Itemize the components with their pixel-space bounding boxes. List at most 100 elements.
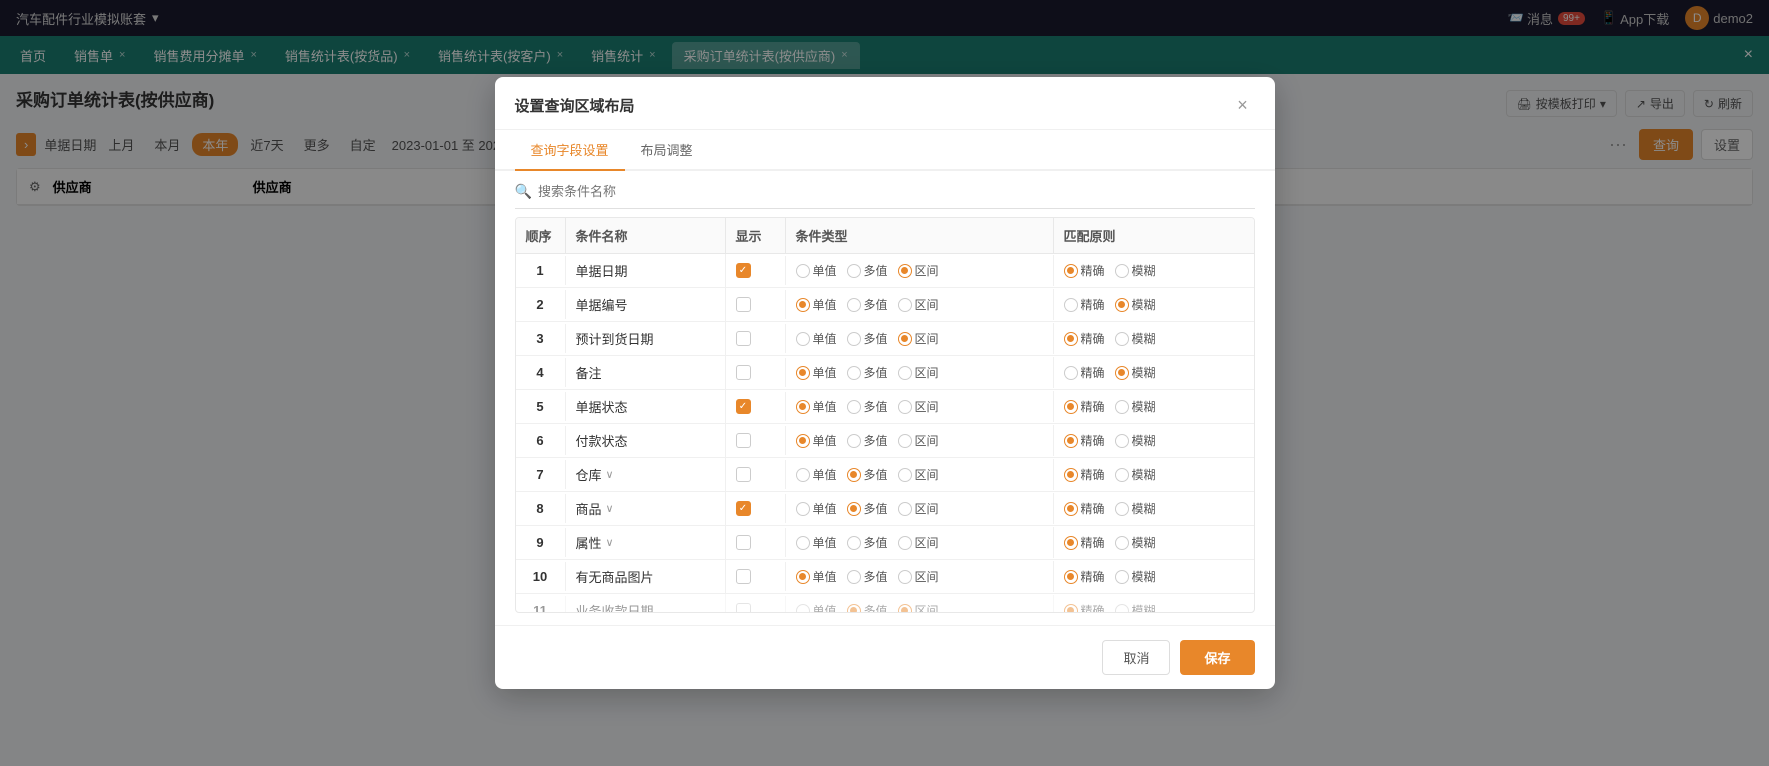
type-multi-2[interactable]: 多值 xyxy=(847,296,888,313)
search-input[interactable] xyxy=(538,184,718,199)
match-fuzzy-7[interactable]: 模糊 xyxy=(1115,466,1156,483)
row-order-7: 7 xyxy=(516,460,566,489)
radio-single-icon-2 xyxy=(796,298,810,312)
type-single-7[interactable]: 单值 xyxy=(796,466,837,483)
type-multi-6[interactable]: 多值 xyxy=(847,432,888,449)
radio-multi-icon-3 xyxy=(847,332,861,346)
type-range-9[interactable]: 区间 xyxy=(898,534,939,551)
row-display-5[interactable] xyxy=(726,392,786,421)
match-fuzzy-2[interactable]: 模糊 xyxy=(1115,296,1156,313)
radio-fuzzy-icon-7 xyxy=(1115,468,1129,482)
match-fuzzy-5[interactable]: 模糊 xyxy=(1115,398,1156,415)
match-exact-2[interactable]: 精确 xyxy=(1064,296,1105,313)
checkbox-display-4[interactable] xyxy=(736,365,751,380)
checkbox-display-5[interactable] xyxy=(736,399,751,414)
row-match-7: 精确 模糊 xyxy=(1054,459,1254,490)
row-match-4: 精确 模糊 xyxy=(1054,357,1254,388)
match-exact-3[interactable]: 精确 xyxy=(1064,330,1105,347)
type-single-6[interactable]: 单值 xyxy=(796,432,837,449)
type-single-2[interactable]: 单值 xyxy=(796,296,837,313)
row-display-11[interactable] xyxy=(726,596,786,612)
row-display-2[interactable] xyxy=(726,290,786,319)
checkbox-display-9[interactable] xyxy=(736,535,751,550)
row-display-6[interactable] xyxy=(726,426,786,455)
type-multi-3[interactable]: 多值 xyxy=(847,330,888,347)
row-display-4[interactable] xyxy=(726,358,786,387)
type-single-9[interactable]: 单值 xyxy=(796,534,837,551)
radio-fuzzy-icon-11 xyxy=(1115,604,1129,613)
checkbox-display-7[interactable] xyxy=(736,467,751,482)
cancel-button[interactable]: 取消 xyxy=(1102,640,1170,675)
type-multi-7[interactable]: 多值 xyxy=(847,466,888,483)
type-multi-9[interactable]: 多值 xyxy=(847,534,888,551)
type-range-6[interactable]: 区间 xyxy=(898,432,939,449)
match-exact-10[interactable]: 精确 xyxy=(1064,568,1105,585)
dialog-close-btn[interactable]: × xyxy=(1231,93,1255,117)
row-display-3[interactable] xyxy=(726,324,786,353)
match-fuzzy-3[interactable]: 模糊 xyxy=(1115,330,1156,347)
radio-exact-icon-11 xyxy=(1064,604,1078,613)
match-fuzzy-1[interactable]: 模糊 xyxy=(1115,262,1156,279)
row-order-8: 8 xyxy=(516,494,566,523)
type-range-3[interactable]: 区间 xyxy=(898,330,939,347)
match-fuzzy-10[interactable]: 模糊 xyxy=(1115,568,1156,585)
save-button[interactable]: 保存 xyxy=(1180,640,1254,675)
match-exact-5[interactable]: 精确 xyxy=(1064,398,1105,415)
dropdown-arrow-9: ∨ xyxy=(606,536,614,549)
type-single-10[interactable]: 单值 xyxy=(796,568,837,585)
type-single-8[interactable]: 单值 xyxy=(796,500,837,517)
row-display-1[interactable] xyxy=(726,256,786,285)
tab-layout-adjust[interactable]: 布局调整 xyxy=(625,130,709,171)
checkbox-display-3[interactable] xyxy=(736,331,751,346)
type-range-10[interactable]: 区间 xyxy=(898,568,939,585)
table-row: 11 业务收款日期 单值 多值 xyxy=(516,594,1254,612)
type-range-2[interactable]: 区间 xyxy=(898,296,939,313)
checkbox-display-10[interactable] xyxy=(736,569,751,584)
checkbox-display-2[interactable] xyxy=(736,297,751,312)
checkbox-display-1[interactable] xyxy=(736,263,751,278)
type-range-1[interactable]: 区间 xyxy=(898,262,939,279)
match-exact-7[interactable]: 精确 xyxy=(1064,466,1105,483)
match-exact-8[interactable]: 精确 xyxy=(1064,500,1105,517)
match-fuzzy-6[interactable]: 模糊 xyxy=(1115,432,1156,449)
type-multi-1[interactable]: 多值 xyxy=(847,262,888,279)
radio-fuzzy-icon-2 xyxy=(1115,298,1129,312)
row-display-7[interactable] xyxy=(726,460,786,489)
match-exact-6[interactable]: 精确 xyxy=(1064,432,1105,449)
type-range-5[interactable]: 区间 xyxy=(898,398,939,415)
type-single-4[interactable]: 单值 xyxy=(796,364,837,381)
row-type-4: 单值 多值 区间 xyxy=(786,357,1054,388)
type-multi-4[interactable]: 多值 xyxy=(847,364,888,381)
checkbox-display-8[interactable] xyxy=(736,501,751,516)
dropdown-arrow-8: ∨ xyxy=(606,502,614,515)
match-fuzzy-4[interactable]: 模糊 xyxy=(1115,364,1156,381)
match-exact-1[interactable]: 精确 xyxy=(1064,262,1105,279)
match-fuzzy-8[interactable]: 模糊 xyxy=(1115,500,1156,517)
type-single-1[interactable]: 单值 xyxy=(796,262,837,279)
type-single-3[interactable]: 单值 xyxy=(796,330,837,347)
type-range-8[interactable]: 区间 xyxy=(898,500,939,517)
radio-range-icon-5 xyxy=(898,400,912,414)
match-exact-4[interactable]: 精确 xyxy=(1064,364,1105,381)
match-exact-9[interactable]: 精确 xyxy=(1064,534,1105,551)
row-match-1: 精确 模糊 xyxy=(1054,255,1254,286)
type-single-5[interactable]: 单值 xyxy=(796,398,837,415)
type-range-4[interactable]: 区间 xyxy=(898,364,939,381)
match-fuzzy-9[interactable]: 模糊 xyxy=(1115,534,1156,551)
dialog-footer: 取消 保存 xyxy=(495,625,1275,689)
type-multi-10[interactable]: 多值 xyxy=(847,568,888,585)
checkbox-display-6[interactable] xyxy=(736,433,751,448)
type-multi-5[interactable]: 多值 xyxy=(847,398,888,415)
tab-query-fields[interactable]: 查询字段设置 xyxy=(515,130,625,171)
type-multi-8[interactable]: 多值 xyxy=(847,500,888,517)
type-range-7[interactable]: 区间 xyxy=(898,466,939,483)
row-name-11: 业务收款日期 xyxy=(566,594,726,612)
radio-range-icon-9 xyxy=(898,536,912,550)
checkbox-display-11[interactable] xyxy=(736,603,751,612)
conditions-table: 顺序 条件名称 显示 条件类型 匹配原则 1 单据日期 xyxy=(515,217,1255,613)
dialog-title: 设置查询区域布局 xyxy=(515,95,635,116)
row-display-8[interactable] xyxy=(726,494,786,523)
row-display-10[interactable] xyxy=(726,562,786,591)
row-display-9[interactable] xyxy=(726,528,786,557)
row-name-10: 有无商品图片 xyxy=(566,560,726,593)
